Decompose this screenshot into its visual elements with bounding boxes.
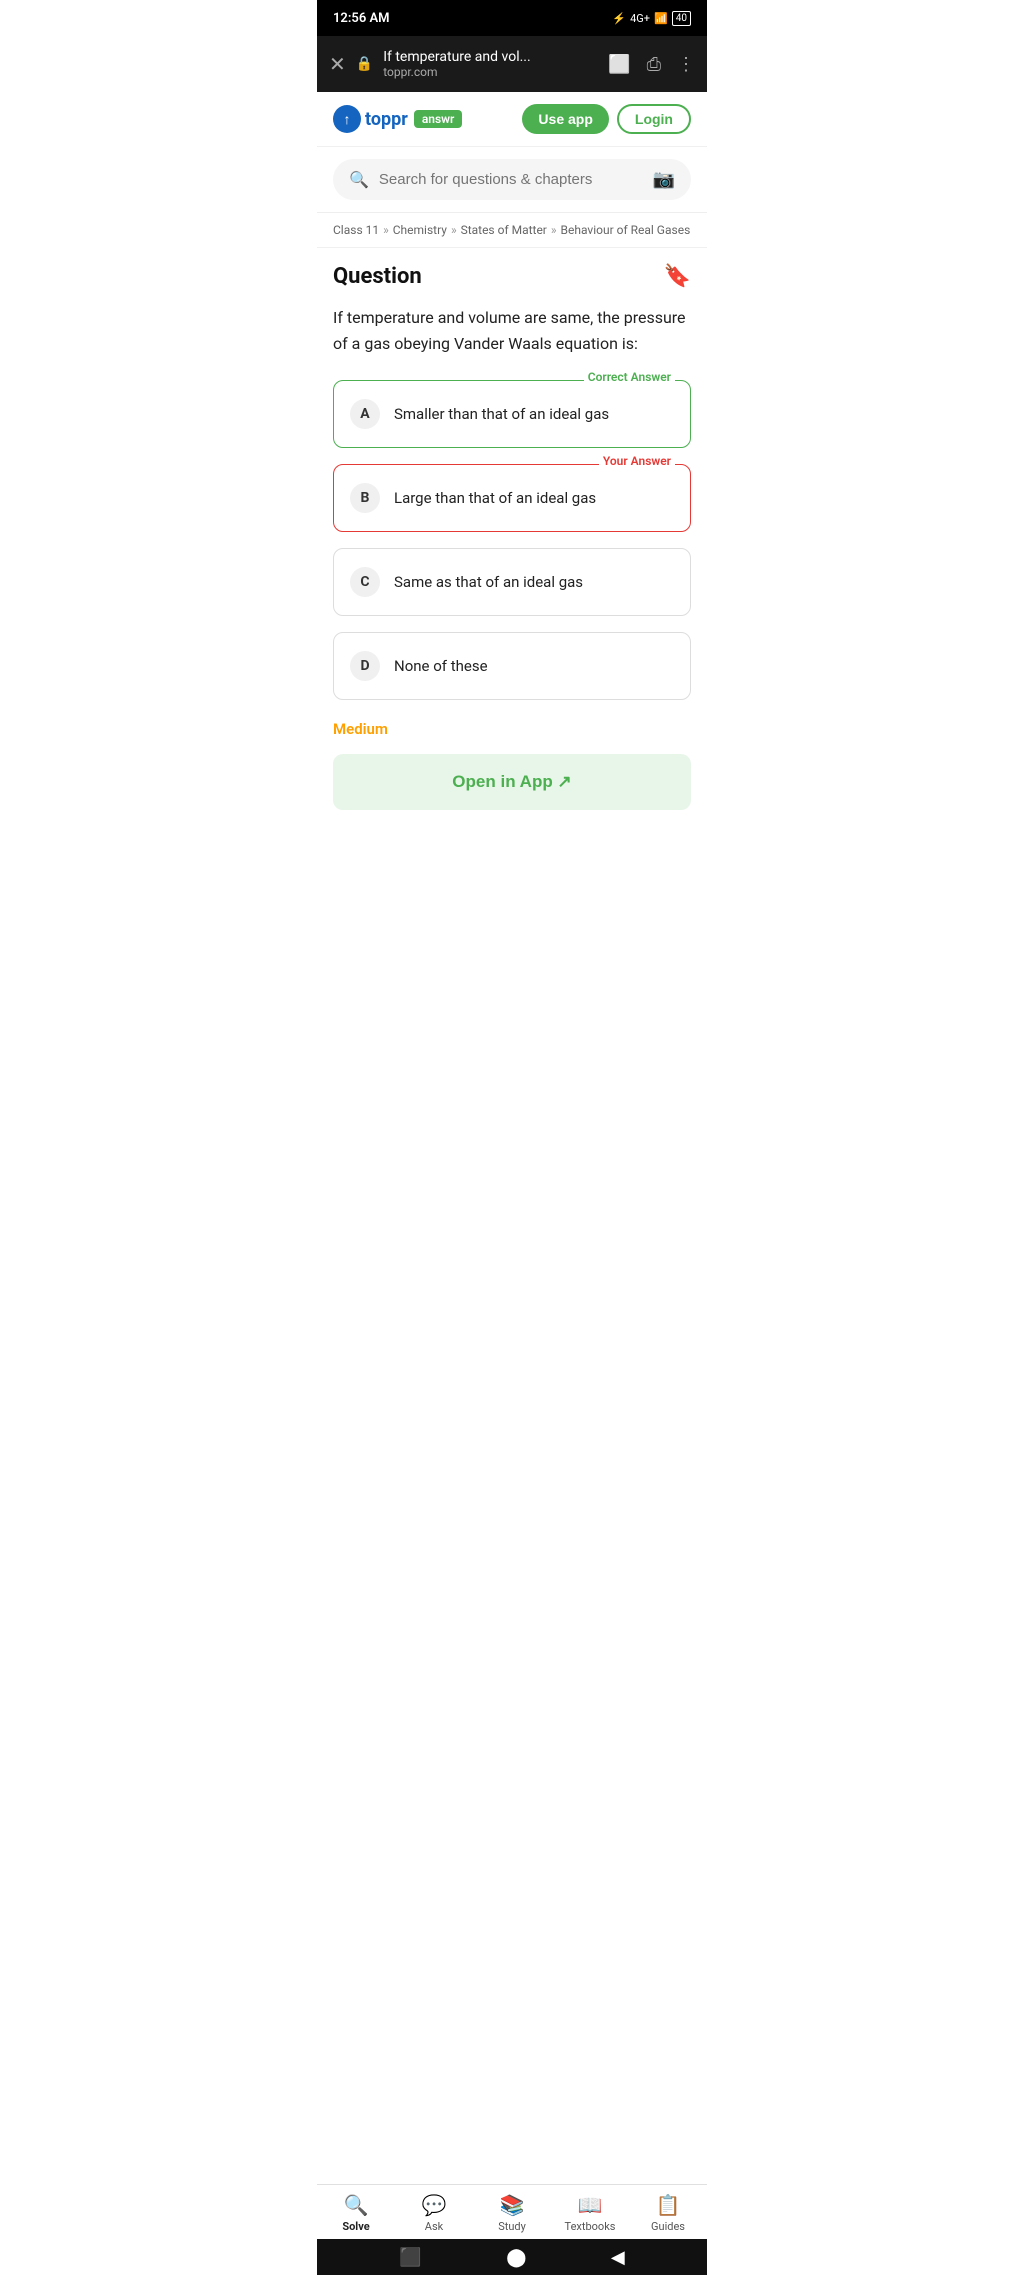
option-c-letter: C [350,567,380,597]
breadcrumb-text: Class 11 » Chemistry » States of Matter … [333,223,691,237]
search-input[interactable] [379,171,643,188]
wifi-icon: 📶 [654,12,668,25]
option-d[interactable]: D None of these [333,632,691,700]
option-wrapper-c: C Same as that of an ideal gas [333,548,691,616]
solve-icon: 🔍 [344,2193,369,2217]
bottom-nav: 🔍 Solve 💬 Ask 📚 Study 📖 Textbooks 📋 Guid… [317,2184,707,2239]
option-wrapper-b: Your Answer B Large than that of an idea… [333,464,691,532]
status-bar: 12:56 AM ⚡ 4G+ 📶 40 [317,0,707,36]
signal-strength: 4G+ [630,12,650,25]
question-text: If temperature and volume are same, the … [333,305,691,356]
signal-icon: ⚡ [612,12,626,25]
textbooks-label: Textbooks [565,2220,616,2233]
option-a-letter: A [350,399,380,429]
toppr-logo[interactable]: ↑ toppr [333,105,408,133]
header-buttons: Use app Login [522,104,691,134]
guides-icon: 📋 [656,2193,681,2217]
breadcrumb-topic[interactable]: Behaviour of Real Gases [561,223,691,237]
ask-label: Ask [425,2220,443,2233]
textbooks-icon: 📖 [578,2193,603,2217]
breadcrumb-subject[interactable]: Chemistry [393,223,447,237]
option-d-text: None of these [394,657,488,675]
answr-badge: answr [414,110,463,128]
question-header: Question 🔖 [333,264,691,289]
nav-item-guides[interactable]: 📋 Guides [629,2193,707,2233]
option-b[interactable]: B Large than that of an ideal gas [333,464,691,532]
search-icon: 🔍 [349,170,369,189]
guides-label: Guides [651,2220,685,2233]
home-sys-button[interactable]: ⬛ [399,2247,421,2268]
home-circle-button[interactable]: ⬤ [506,2247,526,2268]
system-bottom-bar: ⬛ ⬤ ◀ [317,2239,707,2275]
option-a-text: Smaller than that of an ideal gas [394,405,609,423]
search-area: 🔍 📷 [317,147,707,213]
difficulty-label: Medium [333,720,691,738]
browser-url-area[interactable]: If temperature and vol... toppr.com [383,49,598,80]
correct-answer-label: Correct Answer [584,370,675,384]
nav-item-ask[interactable]: 💬 Ask [395,2193,473,2233]
study-icon: 📚 [500,2193,525,2217]
open-in-app-button[interactable]: Open in App ↗ [333,754,691,810]
question-bookmark-icon[interactable]: 🔖 [664,264,691,289]
nav-item-solve[interactable]: 🔍 Solve [317,2193,395,2233]
browser-actions: ⬜ ⎙ ⋮ [608,54,695,75]
more-options-icon[interactable]: ⋮ [677,54,695,75]
bookmark-browser-icon[interactable]: ⬜ [608,54,630,75]
lock-icon: 🔒 [356,56,373,72]
share-icon[interactable]: ⎙ [647,54,661,75]
main-content: Question 🔖 If temperature and volume are… [317,248,707,926]
back-sys-button[interactable]: ◀ [611,2247,625,2268]
study-label: Study [498,2220,526,2233]
battery-icon: 40 [672,11,691,26]
browser-domain: toppr.com [383,65,598,79]
option-wrapper-a: Correct Answer A Smaller than that of an… [333,380,691,448]
option-wrapper-d: D None of these [333,632,691,700]
status-time: 12:56 AM [333,11,390,26]
logo-area: ↑ toppr answr [333,105,462,133]
option-c-text: Same as that of an ideal gas [394,573,583,591]
browser-title: If temperature and vol... [383,49,598,66]
login-button[interactable]: Login [617,104,691,134]
search-box[interactable]: 🔍 📷 [333,159,691,200]
nav-item-textbooks[interactable]: 📖 Textbooks [551,2193,629,2233]
breadcrumb-sep-3: » [551,223,557,237]
option-d-letter: D [350,651,380,681]
options-list: Correct Answer A Smaller than that of an… [333,380,691,700]
option-b-letter: B [350,483,380,513]
breadcrumb-chapter[interactable]: States of Matter [461,223,547,237]
option-a[interactable]: A Smaller than that of an ideal gas [333,380,691,448]
use-app-button[interactable]: Use app [522,104,608,134]
camera-icon[interactable]: 📷 [653,169,675,190]
option-b-text: Large than that of an ideal gas [394,489,596,507]
breadcrumb-class[interactable]: Class 11 [333,223,379,237]
question-title: Question [333,264,422,289]
toppr-logo-arrow: ↑ [333,105,361,133]
your-answer-label: Your Answer [599,454,675,468]
ask-icon: 💬 [422,2193,447,2217]
browser-bar: ✕ 🔒 If temperature and vol... toppr.com … [317,36,707,92]
breadcrumb-sep-2: » [451,223,457,237]
browser-close-button[interactable]: ✕ [329,52,346,76]
nav-item-study[interactable]: 📚 Study [473,2193,551,2233]
status-icons: ⚡ 4G+ 📶 40 [612,11,691,26]
app-header: ↑ toppr answr Use app Login [317,92,707,147]
toppr-logo-text: toppr [365,109,408,130]
breadcrumb: Class 11 » Chemistry » States of Matter … [317,213,707,248]
option-c[interactable]: C Same as that of an ideal gas [333,548,691,616]
breadcrumb-sep-1: » [383,223,389,237]
solve-label: Solve [342,2220,369,2233]
